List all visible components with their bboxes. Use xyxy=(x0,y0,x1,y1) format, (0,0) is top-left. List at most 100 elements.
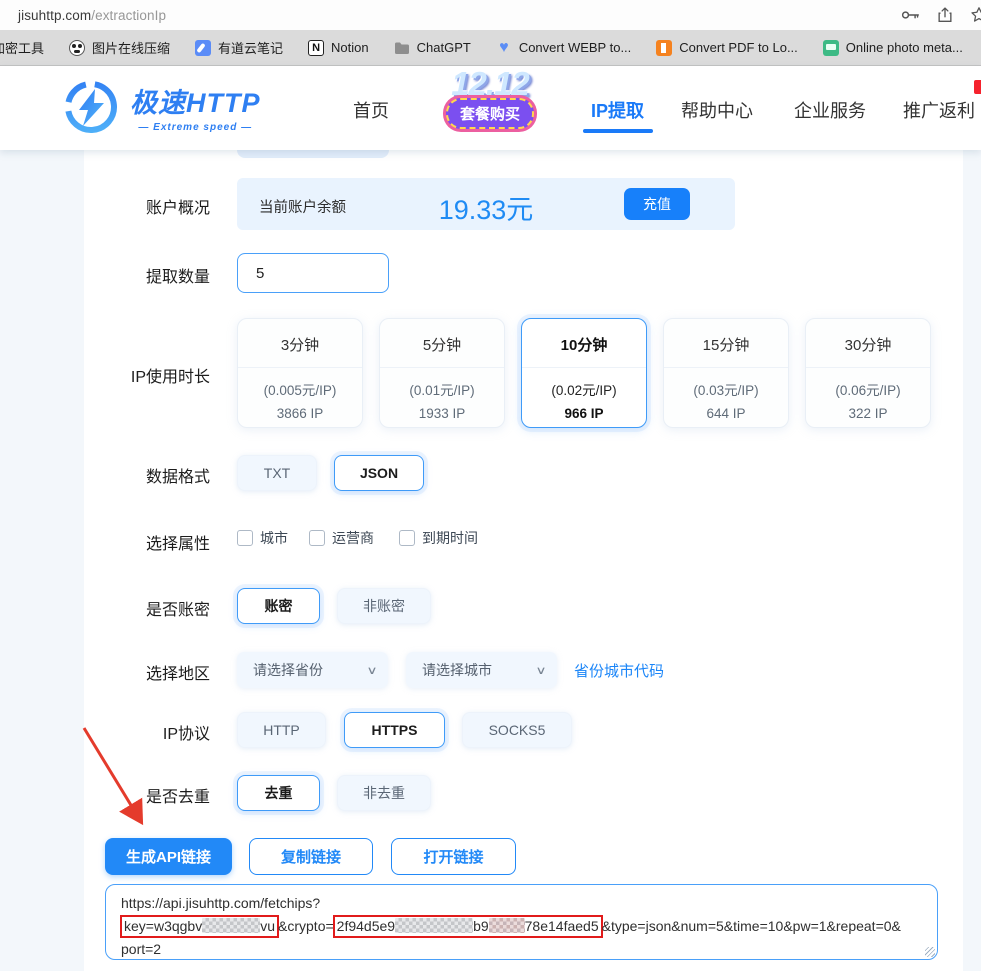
account-overview-label: 账户概况 xyxy=(145,200,210,217)
duration-option-10min-selected[interactable]: 10分钟 (0.02元/IP) 966 IP xyxy=(521,318,647,428)
api-crypto-param: &crypto= xyxy=(278,918,334,934)
dedup-option-yes-selected[interactable]: 去重 xyxy=(237,775,320,811)
url-text[interactable]: jisuhttp.com/extractionIp xyxy=(18,8,166,23)
duration-count: 322 IP xyxy=(848,406,888,421)
textarea-resize-handle[interactable] xyxy=(925,947,935,957)
protocol-label: IP协议 xyxy=(162,726,210,743)
lightning-logo-icon xyxy=(65,81,117,133)
api-key-suffix: vu xyxy=(260,918,276,934)
copy-link-button[interactable]: 复制链接 xyxy=(249,838,373,875)
duration-option-30min[interactable]: 30分钟 (0.06元/IP) 322 IP xyxy=(805,318,931,428)
protocol-option-https-selected[interactable]: HTTPS xyxy=(344,712,445,748)
bookmark-label: 有道云笔记 xyxy=(218,41,284,56)
api-crypto-p1: 2f94d5e9 xyxy=(336,918,396,934)
api-crypto-p2: b9 xyxy=(473,918,489,934)
quantity-label: 提取数量 xyxy=(145,269,210,286)
duration-count: 966 IP xyxy=(564,406,604,421)
duration-title: 5分钟 xyxy=(422,337,462,354)
brand-name: 极速HTTP xyxy=(130,88,261,118)
redacted-crypto-annotation-box: 2f94d5e9 b9 78e14faed5 xyxy=(332,915,603,938)
site-logo[interactable]: 极速HTTP — Extreme speed — xyxy=(64,80,261,134)
bookmark-label: Convert PDF to Lo... xyxy=(679,40,798,55)
bookmark-star-icon[interactable] xyxy=(969,6,981,24)
duration-option-5min[interactable]: 5分钟 (0.01元/IP) 1933 IP xyxy=(379,318,505,428)
duration-count: 3866 IP xyxy=(276,406,324,421)
attributes-label: 选择属性 xyxy=(145,536,210,553)
api-url-base: https://api.jisuhttp.com/fetchips? xyxy=(121,895,321,911)
checkbox-label: 运营商 xyxy=(332,530,374,546)
city-select[interactable]: 请选择城市 ∨ xyxy=(406,652,557,688)
province-select[interactable]: 请选择省份 ∨ xyxy=(237,652,388,688)
protocol-option-socks5[interactable]: SOCKS5 xyxy=(462,712,572,748)
blue-heart-icon: ♥ xyxy=(499,38,509,56)
password-key-icon[interactable] xyxy=(901,6,921,24)
browser-address-bar[interactable]: jisuhttp.com/extractionIp xyxy=(0,0,981,30)
site-header: 极速HTTP — Extreme speed — 首页 12.12 套餐购买 I… xyxy=(0,66,981,150)
api-key-prefix: key=w3qgbv xyxy=(124,918,203,934)
bookmarks-bar: 加密工具 图片在线压缩 有道云笔记 N Notion ChatGPT ♥ Conve… xyxy=(0,30,981,66)
api-url-textarea[interactable]: https://api.jisuhttp.com/fetchips? key=w… xyxy=(105,884,938,960)
bookmark-convert-pdf[interactable]: Convert PDF to Lo... xyxy=(650,39,804,56)
open-link-button[interactable]: 打开链接 xyxy=(391,838,516,875)
chevron-down-icon: ∨ xyxy=(366,664,378,677)
bookmark-photo-meta[interactable]: Online photo meta... xyxy=(817,39,969,56)
duration-option-3min[interactable]: 3分钟 (0.005元/IP) 3866 IP xyxy=(237,318,363,428)
bookmark-label: 图片在线压缩 xyxy=(92,41,171,56)
dedup-label: 是否去重 xyxy=(145,789,210,806)
bookmark-encrypt-tool[interactable]: 加密工具 xyxy=(0,38,50,57)
protocol-option-http[interactable]: HTTP xyxy=(237,712,326,748)
clipped-input-top xyxy=(237,150,389,158)
checkbox-carrier[interactable]: 运营商 xyxy=(309,528,374,548)
duration-label: IP使用时长 xyxy=(130,369,210,386)
nav-home[interactable]: 首页 xyxy=(353,97,389,123)
nav-active-underline xyxy=(583,129,653,133)
auth-option-no-password[interactable]: 非账密 xyxy=(337,588,431,624)
duration-option-15min[interactable]: 15分钟 (0.03元/IP) 644 IP xyxy=(663,318,789,428)
bookmark-youdao[interactable]: 有道云笔记 xyxy=(189,38,289,57)
api-port-param: port=2 xyxy=(121,941,162,957)
region-label: 选择地区 xyxy=(145,666,210,683)
province-city-code-link[interactable]: 省份城市代码 xyxy=(574,660,664,681)
redacted-key-annotation-box: key=w3qgbv vu xyxy=(120,915,280,938)
pdf-orange-icon xyxy=(656,39,673,56)
nav-enterprise[interactable]: 企业服务 xyxy=(794,97,866,123)
folder-icon xyxy=(394,42,409,54)
brand-tagline: — Extreme speed — xyxy=(138,122,253,133)
duration-title: 15分钟 xyxy=(702,337,750,354)
generate-api-link-button[interactable]: 生成API链接 xyxy=(105,838,232,875)
duration-price: (0.005元/IP) xyxy=(263,383,337,398)
api-url-params: &type=json&num=5&time=10&pw=1&repeat=0& xyxy=(601,918,901,934)
recharge-button[interactable]: 充值 xyxy=(624,188,690,220)
checkbox-box xyxy=(309,530,325,546)
promo-banner-1212[interactable]: 12.12 套餐购买 xyxy=(432,66,548,148)
bookmark-notion[interactable]: N Notion xyxy=(302,39,375,56)
format-option-txt[interactable]: TXT xyxy=(237,455,317,491)
share-icon[interactable] xyxy=(935,6,955,24)
format-option-json-selected[interactable]: JSON xyxy=(334,455,424,491)
url-path: /extractionIp xyxy=(91,7,167,23)
bookmark-chatgpt[interactable]: ChatGPT xyxy=(388,40,477,56)
duration-price: (0.01元/IP) xyxy=(409,383,475,398)
checkbox-label: 到期时间 xyxy=(422,530,478,546)
nav-referral[interactable]: 推广返利 xyxy=(903,97,975,123)
bookmark-convert-webp[interactable]: ♥ Convert WEBP to... xyxy=(490,38,637,56)
checkbox-expire-time[interactable]: 到期时间 xyxy=(399,528,478,548)
quantity-input[interactable] xyxy=(237,253,389,293)
checkbox-box xyxy=(237,530,253,546)
promo-package-label: 套餐购买 xyxy=(445,98,534,129)
auth-option-password-selected[interactable]: 账密 xyxy=(237,588,320,624)
city-placeholder: 请选择城市 xyxy=(422,662,492,678)
duration-title: 10分钟 xyxy=(560,337,608,354)
nav-ip-extract[interactable]: IP提取 xyxy=(591,97,644,123)
bookmark-label: Convert WEBP to... xyxy=(518,40,632,55)
mosaic-blur xyxy=(488,918,525,933)
dedup-option-no[interactable]: 非去重 xyxy=(337,775,431,811)
duration-price: (0.02元/IP) xyxy=(551,383,617,398)
nav-help-center[interactable]: 帮助中心 xyxy=(681,97,753,123)
checkbox-box xyxy=(399,530,415,546)
duration-title: 30分钟 xyxy=(844,337,892,354)
bookmark-label: Notion xyxy=(331,40,369,55)
mosaic-blur xyxy=(202,918,261,933)
checkbox-city[interactable]: 城市 xyxy=(237,528,288,548)
bookmark-image-compress[interactable]: 图片在线压缩 xyxy=(63,38,176,57)
